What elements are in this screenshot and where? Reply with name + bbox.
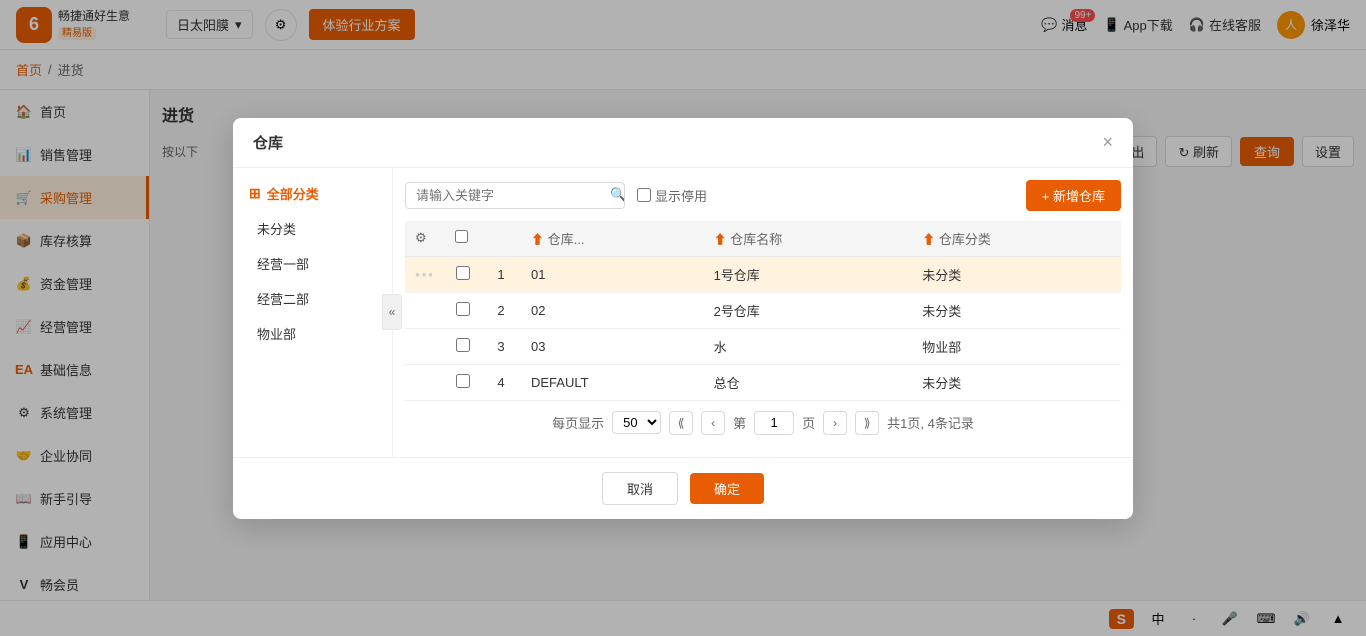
table-row[interactable]: 4 DEFAULT 总仓 未分类: [405, 364, 1121, 400]
search-wrapper: 🔍: [405, 182, 625, 209]
grid-icon: ⊞: [249, 185, 261, 202]
col-num: [481, 221, 521, 257]
table-row[interactable]: 2 02 2号仓库 未分类: [405, 292, 1121, 328]
table-header-row: ⚙ ⬆ 仓库...: [405, 221, 1121, 257]
search-input[interactable]: [406, 183, 602, 208]
category-item-unclassified[interactable]: 未分类: [233, 211, 392, 246]
select-all-checkbox[interactable]: [455, 230, 468, 243]
sort-icon-name: ⬆: [714, 232, 727, 247]
category-all-item[interactable]: ⊞ 全部分类: [233, 176, 392, 211]
search-button[interactable]: 🔍: [602, 187, 625, 203]
col-code: ⬆ 仓库...: [521, 221, 704, 257]
table-row[interactable]: ••• 1 01 1号仓库 未分类: [405, 256, 1121, 292]
row-num-1: 1: [481, 256, 521, 292]
row-num-4: 4: [481, 364, 521, 400]
row-actions-4: [405, 364, 445, 400]
row-name-3: 水: [704, 328, 913, 364]
category-item-dept2[interactable]: 经营二部: [233, 281, 392, 316]
col-gear: ⚙: [405, 221, 445, 257]
gear-col-icon: ⚙: [415, 230, 427, 245]
show-disabled-checkbox[interactable]: [637, 188, 651, 202]
add-warehouse-button[interactable]: + 新增仓库: [1026, 180, 1121, 211]
row-category-4: 未分类: [912, 364, 1121, 400]
warehouse-table-area: 🔍 显示停用 + 新增仓库: [393, 168, 1133, 457]
category-item-dept3[interactable]: 物业部: [233, 316, 392, 351]
total-info: 共1页, 4条记录: [887, 413, 974, 432]
action-dots-icon[interactable]: •••: [415, 267, 435, 282]
next-page-button[interactable]: ›: [823, 411, 847, 435]
sort-icon: ⬆: [531, 232, 544, 247]
row-name-2: 2号仓库: [704, 292, 913, 328]
pagination: 每页显示 50 ⟪ ‹ 第 页 › ⟫ 共1页, 4条记录: [405, 401, 1121, 445]
row-name-4: 总仓: [704, 364, 913, 400]
cancel-button[interactable]: 取消: [602, 472, 678, 505]
prev-page-button[interactable]: ‹: [701, 411, 725, 435]
last-page-button[interactable]: ⟫: [855, 411, 879, 435]
col-name: ⬆ 仓库名称: [704, 221, 913, 257]
row-checkbox-3[interactable]: [456, 338, 470, 352]
sort-icon-cat: ⬆: [922, 232, 935, 247]
search-icon: 🔍: [610, 187, 625, 202]
row-actions-1: •••: [405, 256, 445, 292]
row-num-2: 2: [481, 292, 521, 328]
row-actions-3: [405, 328, 445, 364]
modal-overlay: 仓库 × ⊞ 全部分类 未分类 经营一部 经营二部 物业部 «: [0, 0, 1366, 636]
col-checkbox: [445, 221, 481, 257]
warehouse-table: ⚙ ⬆ 仓库...: [405, 221, 1121, 401]
row-name-1: 1号仓库: [704, 256, 913, 292]
row-category-2: 未分类: [912, 292, 1121, 328]
page-input[interactable]: [754, 411, 794, 435]
modal-footer: 取消 确定: [233, 457, 1133, 519]
row-code-1: 01: [521, 256, 704, 292]
confirm-button[interactable]: 确定: [690, 473, 764, 504]
category-item-dept1[interactable]: 经营一部: [233, 246, 392, 281]
row-category-3: 物业部: [912, 328, 1121, 364]
category-collapse-button[interactable]: «: [382, 294, 402, 330]
row-checkbox-4[interactable]: [456, 374, 470, 388]
table-toolbar: 🔍 显示停用 + 新增仓库: [405, 180, 1121, 211]
row-checkbox-1[interactable]: [456, 266, 470, 280]
row-actions-2: [405, 292, 445, 328]
row-num-3: 3: [481, 328, 521, 364]
col-category: ⬆ 仓库分类: [912, 221, 1121, 257]
row-checkbox-2[interactable]: [456, 302, 470, 316]
first-page-button[interactable]: ⟪: [669, 411, 693, 435]
show-disabled-label[interactable]: 显示停用: [637, 186, 707, 205]
row-code-4: DEFAULT: [521, 364, 704, 400]
page-size-select[interactable]: 50: [612, 411, 661, 434]
modal-title: 仓库: [253, 132, 283, 153]
modal-close-button[interactable]: ×: [1102, 133, 1113, 151]
row-category-1: 未分类: [912, 256, 1121, 292]
row-code-2: 02: [521, 292, 704, 328]
modal-header: 仓库 ×: [233, 118, 1133, 168]
warehouse-modal: 仓库 × ⊞ 全部分类 未分类 经营一部 经营二部 物业部 «: [233, 118, 1133, 519]
table-row[interactable]: 3 03 水 物业部: [405, 328, 1121, 364]
row-code-3: 03: [521, 328, 704, 364]
modal-body: ⊞ 全部分类 未分类 经营一部 经营二部 物业部 « 🔍: [233, 168, 1133, 457]
category-sidebar: ⊞ 全部分类 未分类 经营一部 经营二部 物业部 «: [233, 168, 393, 457]
